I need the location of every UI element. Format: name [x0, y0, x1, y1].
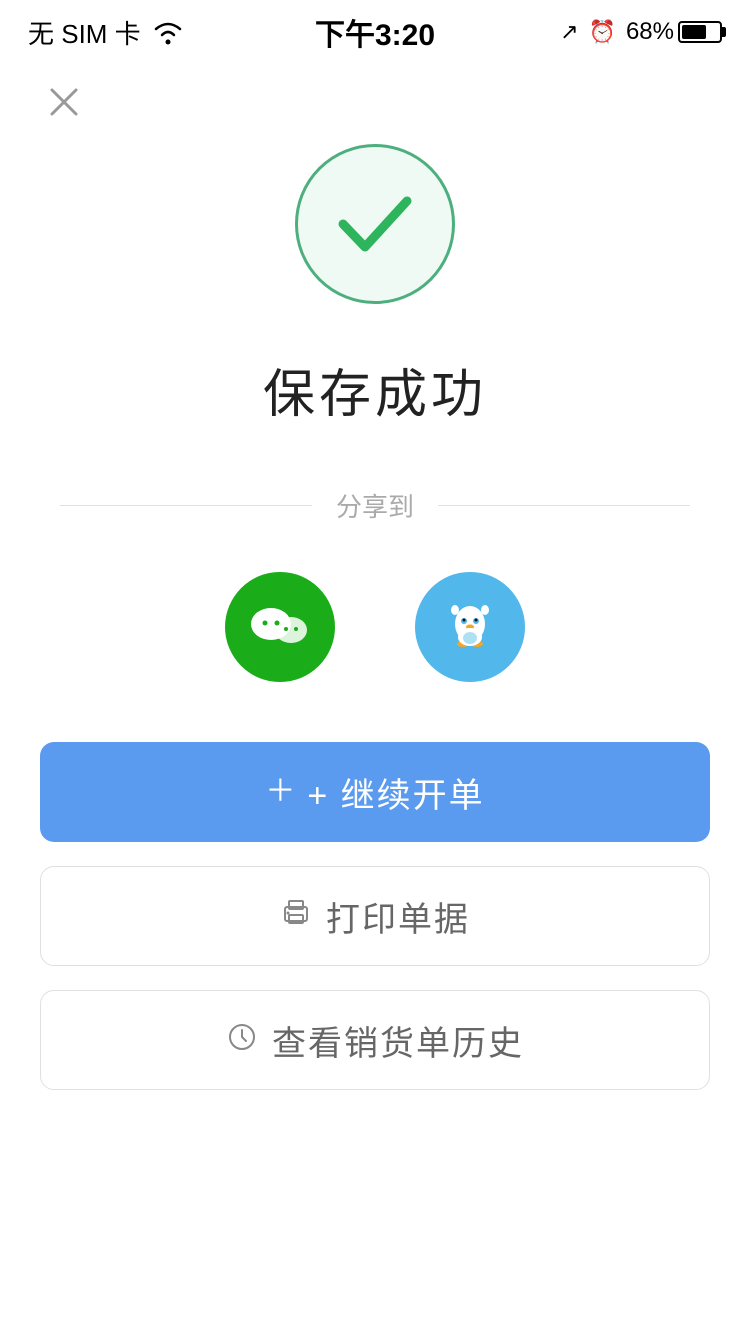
close-button[interactable] — [36, 74, 92, 130]
print-button[interactable]: 打印单据 — [40, 866, 710, 966]
divider-line-left — [60, 505, 312, 506]
history-icon — [226, 1021, 258, 1059]
continue-button[interactable]: ＋ + 继续开单 — [40, 742, 710, 842]
continue-label: + 继续开单 — [307, 768, 484, 817]
print-label: 打印单据 — [326, 892, 470, 941]
success-circle — [295, 144, 455, 304]
divider-line-right — [438, 505, 690, 506]
carrier-text: 无 SIM 卡 — [28, 14, 141, 51]
button-group: ＋ + 继续开单 打印单据 查看销货单历史 — [0, 742, 750, 1090]
wechat-share-button[interactable] — [225, 572, 335, 682]
alarm-icon: ⏰ — [589, 19, 616, 45]
close-icon — [46, 84, 82, 120]
share-divider: 分享到 — [0, 487, 750, 524]
history-button[interactable]: 查看销货单历史 — [40, 990, 710, 1090]
status-right: ↗ ⏰ 68% — [560, 18, 722, 46]
share-label: 分享到 — [312, 487, 438, 524]
main-content: 保存成功 分享到 — [0, 64, 750, 1334]
status-time: 下午3:20 — [315, 10, 435, 54]
print-icon — [280, 897, 312, 935]
qq-logo — [437, 594, 503, 660]
share-section: 分享到 — [0, 487, 750, 682]
status-left: 无 SIM 卡 — [28, 14, 185, 51]
battery-indicator: 68% — [626, 18, 722, 46]
battery-percentage: 68% — [626, 18, 674, 46]
checkmark-icon — [335, 189, 415, 259]
history-label: 查看销货单历史 — [272, 1016, 524, 1065]
plus-icon: ＋ — [265, 777, 297, 807]
wechat-logo — [245, 592, 315, 662]
share-icons — [225, 572, 525, 682]
location-icon: ↗ — [560, 19, 578, 45]
status-bar: 无 SIM 卡 下午3:20 ↗ ⏰ 68% — [0, 0, 750, 64]
wifi-icon — [151, 19, 185, 45]
battery-bar — [678, 21, 722, 43]
qq-share-button[interactable] — [415, 572, 525, 682]
battery-fill — [682, 25, 706, 39]
success-title: 保存成功 — [263, 352, 487, 427]
